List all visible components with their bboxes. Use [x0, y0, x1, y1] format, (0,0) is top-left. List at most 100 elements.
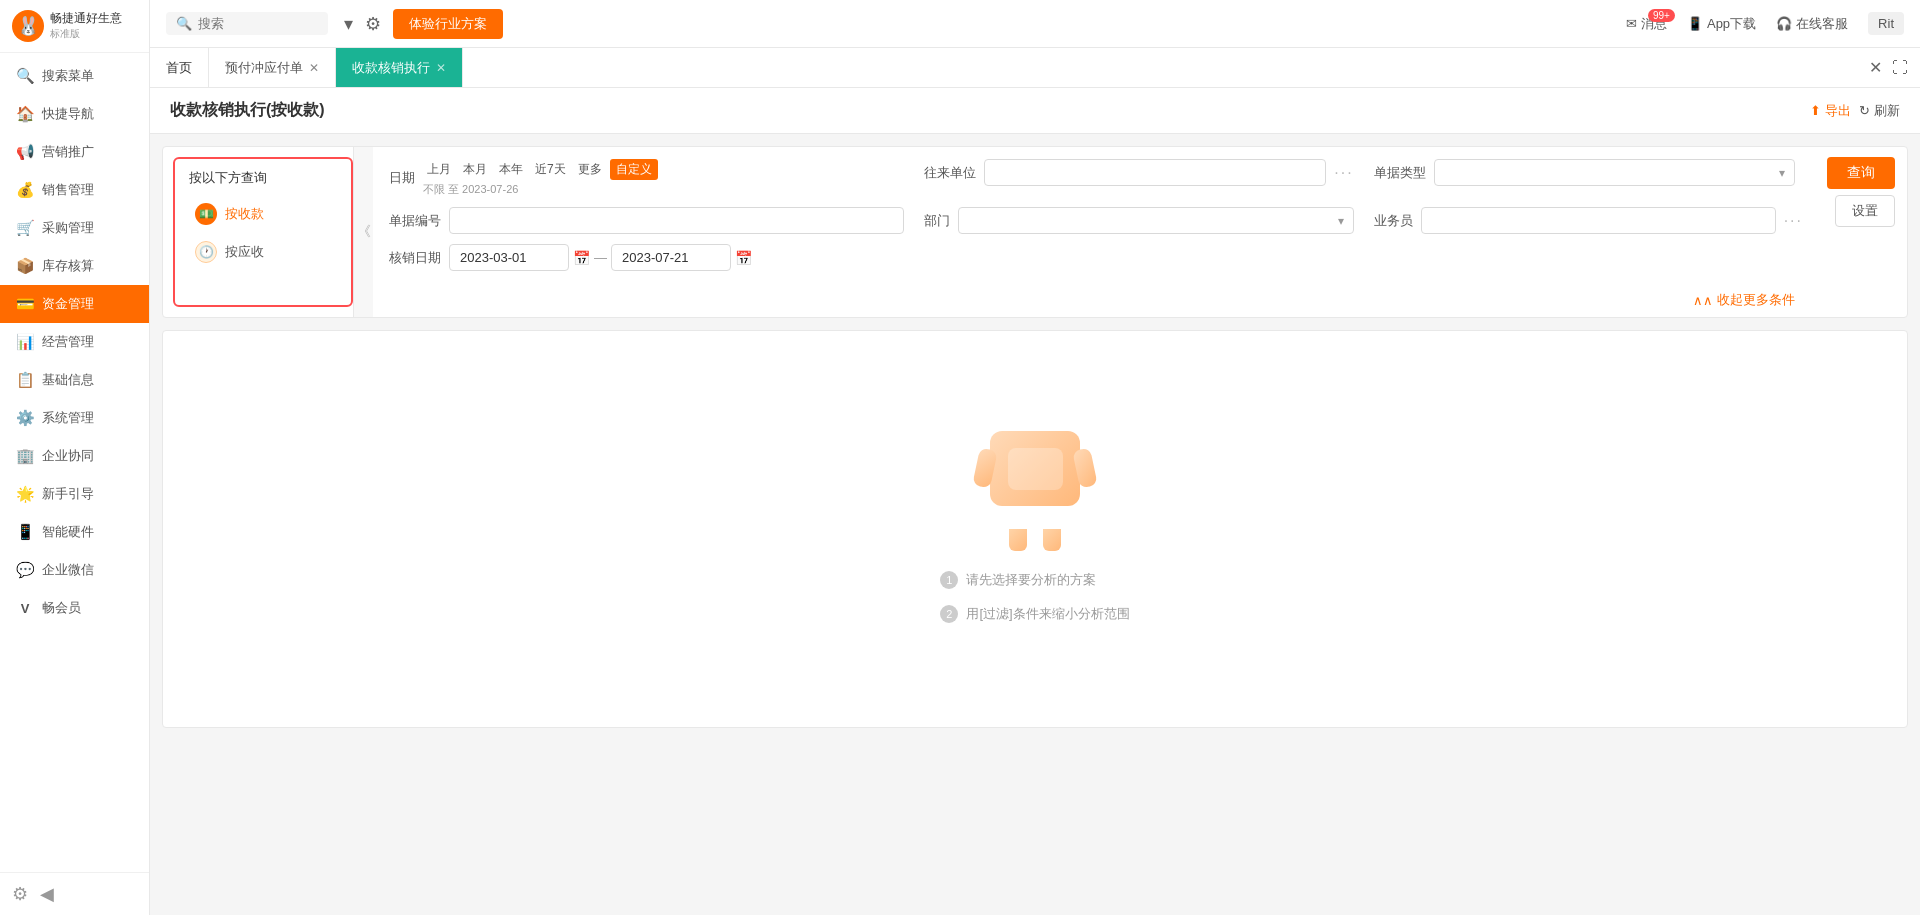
- this-year-btn[interactable]: 本年: [495, 159, 527, 180]
- more-btn[interactable]: 更多: [574, 159, 606, 180]
- search-input[interactable]: [198, 16, 318, 31]
- filter-form-area: 日期 上月 本月 本年 近7天 更多 自定义: [373, 147, 1907, 317]
- filter-verify-date-field: 核销日期 📅 — 📅: [389, 244, 912, 271]
- settings-gear-icon[interactable]: ⚙: [365, 13, 381, 35]
- sidebar-item-quicknav[interactable]: 🏠 快捷导航: [0, 95, 149, 133]
- sidebar-item-label: 采购管理: [42, 219, 94, 237]
- sidebar-item-sales[interactable]: 💰 销售管理: [0, 171, 149, 209]
- verify-date-end[interactable]: [611, 244, 731, 271]
- collapse-sidebar-icon[interactable]: ◀: [40, 883, 54, 905]
- export-icon: ⬆: [1810, 103, 1821, 118]
- export-button[interactable]: ⬆ 导出: [1810, 102, 1851, 120]
- counterpart-more-icon[interactable]: ···: [1334, 164, 1353, 182]
- verify-date-start[interactable]: [449, 244, 569, 271]
- filter-dept-field: 部门: [924, 207, 1353, 234]
- sidebar-item-label: 搜索菜单: [42, 67, 94, 85]
- verify-date-end-cal-icon[interactable]: 📅: [735, 250, 752, 266]
- gear-icon[interactable]: ▾: [344, 13, 353, 35]
- refresh-button[interactable]: ↻ 刷新: [1859, 102, 1900, 120]
- app-download-button[interactable]: 📱 App下载: [1687, 15, 1756, 33]
- receivable-option-label: 按应收: [225, 243, 264, 261]
- tab-collection[interactable]: 收款核销执行 ✕: [336, 48, 463, 87]
- tab-prepayment[interactable]: 预付冲应付单 ✕: [209, 48, 336, 87]
- sidebar-item-wechat[interactable]: 💬 企业微信: [0, 551, 149, 589]
- export-label: 导出: [1825, 102, 1851, 120]
- filter-option-by-receivable[interactable]: 🕐 按应收: [175, 233, 351, 271]
- sidebar-footer: ⚙ ◀: [0, 872, 149, 915]
- filter-sidebar-title: 按以下方查询: [175, 167, 351, 195]
- app-label: App下载: [1707, 15, 1756, 33]
- sidebar-item-guide[interactable]: 🌟 新手引导: [0, 475, 149, 513]
- maximize-tab-button[interactable]: ⛶: [1888, 55, 1912, 81]
- query-button[interactable]: 查询: [1827, 157, 1895, 189]
- sidebar-item-label: 库存核算: [42, 257, 94, 275]
- this-month-btn[interactable]: 本月: [459, 159, 491, 180]
- industry-solution-button[interactable]: 体验行业方案: [393, 9, 503, 39]
- staff-more-icon[interactable]: ···: [1784, 212, 1803, 230]
- date-quick-buttons: 上月 本月 本年 近7天 更多 自定义: [423, 159, 658, 180]
- collapse-arrow-icon: 《: [357, 223, 371, 241]
- filter-counterpart-field: 往来单位 ···: [924, 159, 1353, 186]
- doctype-label: 单据类型: [1374, 164, 1426, 182]
- sidebar-item-basic[interactable]: 📋 基础信息: [0, 361, 149, 399]
- sidebar-item-member[interactable]: V 畅会员: [0, 589, 149, 627]
- last-7days-btn[interactable]: 近7天: [531, 159, 570, 180]
- sidebar-item-label: 营销推广: [42, 143, 94, 161]
- last-month-btn[interactable]: 上月: [423, 159, 455, 180]
- sidebar-item-operation[interactable]: 📊 经营管理: [0, 323, 149, 361]
- system-icon: ⚙️: [16, 409, 34, 427]
- tab-home[interactable]: 首页: [150, 48, 209, 87]
- sidebar-item-purchase[interactable]: 🛒 采购管理: [0, 209, 149, 247]
- operation-icon: 📊: [16, 333, 34, 351]
- main-area: 🔍 ▾ ⚙ 体验行业方案 ✉ 消息 99+ 📱 App下载 🎧 在线客服 Rit: [150, 0, 1920, 915]
- collection-tab-close-icon[interactable]: ✕: [436, 61, 446, 75]
- collapse-more-label: 收起更多条件: [1717, 291, 1795, 309]
- filter-panel: 按以下方查询 💵 按收款 🕐 按应收 《: [162, 146, 1908, 318]
- counterpart-input[interactable]: [984, 159, 1326, 186]
- topbar-right: ✉ 消息 99+ 📱 App下载 🎧 在线客服 Rit: [1626, 12, 1904, 35]
- sidebar-item-capital[interactable]: 💳 资金管理: [0, 285, 149, 323]
- dept-select[interactable]: [958, 207, 1353, 234]
- purchase-icon: 🛒: [16, 219, 34, 237]
- sidebar-item-search[interactable]: 🔍 搜索菜单: [0, 57, 149, 95]
- collapse-more-area: ∧∧ 收起更多条件: [389, 279, 1803, 309]
- docno-input[interactable]: [449, 207, 904, 234]
- sidebar-item-marketing[interactable]: 📢 营销推广: [0, 133, 149, 171]
- settings-icon[interactable]: ⚙: [12, 883, 28, 905]
- doctype-select[interactable]: [1434, 159, 1795, 186]
- prepayment-tab-close-icon[interactable]: ✕: [309, 61, 319, 75]
- topbar: 🔍 ▾ ⚙ 体验行业方案 ✉ 消息 99+ 📱 App下载 🎧 在线客服 Rit: [150, 0, 1920, 48]
- custom-date-badge[interactable]: 自定义: [610, 159, 658, 180]
- sidebar-item-label: 新手引导: [42, 485, 94, 503]
- sidebar-item-inventory[interactable]: 📦 库存核算: [0, 247, 149, 285]
- service-label: 在线客服: [1796, 15, 1848, 33]
- date-hint: 不限 至 2023-07-26: [423, 182, 658, 197]
- user-avatar[interactable]: Rit: [1868, 12, 1904, 35]
- filter-collapse-button[interactable]: 《: [353, 147, 373, 317]
- filter-option-by-receipt[interactable]: 💵 按收款: [175, 195, 351, 233]
- staff-input[interactable]: [1421, 207, 1776, 234]
- doctype-select-wrapper: [1434, 159, 1795, 186]
- search-icon: 🔍: [16, 67, 34, 85]
- collapse-more-button[interactable]: ∧∧ 收起更多条件: [1693, 283, 1795, 309]
- sidebar-item-system[interactable]: ⚙️ 系统管理: [0, 399, 149, 437]
- close-tab-button[interactable]: ✕: [1865, 54, 1886, 81]
- sidebar-item-enterprise[interactable]: 🏢 企业协同: [0, 437, 149, 475]
- date-label: 日期: [389, 169, 415, 187]
- filter-actions: 查询 设置: [1819, 147, 1907, 317]
- sidebar-item-label: 资金管理: [42, 295, 94, 313]
- counterpart-label: 往来单位: [924, 164, 976, 182]
- sidebar-item-label: 经营管理: [42, 333, 94, 351]
- search-bar[interactable]: 🔍: [166, 12, 328, 35]
- verify-date-start-cal-icon[interactable]: 📅: [573, 250, 590, 266]
- receivable-option-icon: 🕐: [195, 241, 217, 263]
- sidebar-item-hardware[interactable]: 📱 智能硬件: [0, 513, 149, 551]
- app-version: 标准版: [50, 27, 122, 41]
- message-icon: ✉: [1626, 16, 1637, 31]
- message-button[interactable]: ✉ 消息 99+: [1626, 15, 1667, 33]
- sidebar-item-label: 智能硬件: [42, 523, 94, 541]
- enterprise-icon: 🏢: [16, 447, 34, 465]
- setting-button[interactable]: 设置: [1835, 195, 1895, 227]
- online-service-button[interactable]: 🎧 在线客服: [1776, 15, 1848, 33]
- member-icon: V: [16, 601, 34, 616]
